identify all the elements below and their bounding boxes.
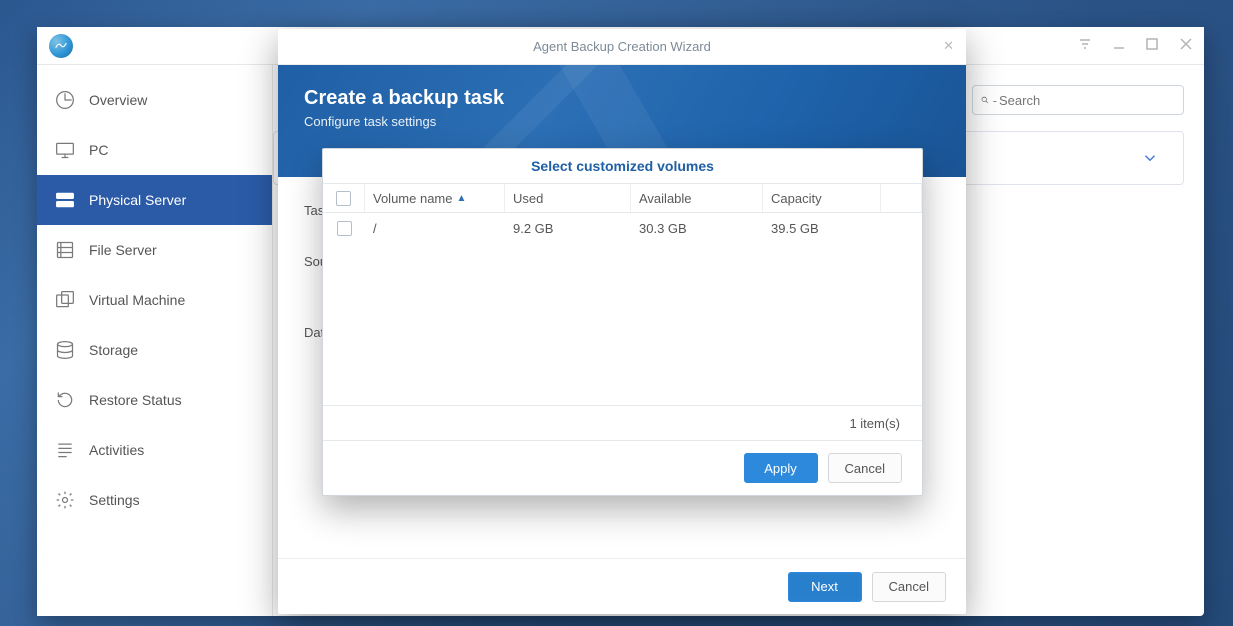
wizard-subheading: Configure task settings [304, 114, 940, 129]
app-logo-icon [49, 34, 73, 58]
overview-icon [55, 90, 75, 110]
wizard-cancel-button[interactable]: Cancel [872, 572, 946, 602]
sidebar-item-activities[interactable]: Activities [37, 425, 272, 475]
volume-table-header: Volume name▲ Used Available Capacity [323, 183, 922, 213]
volume-table-body: / 9.2 GB 30.3 GB 39.5 GB [323, 213, 922, 405]
storage-icon [55, 340, 75, 360]
volume-cancel-button[interactable]: Cancel [828, 453, 902, 483]
sidebar-item-label: Activities [89, 442, 144, 458]
row-checkbox[interactable] [337, 221, 352, 236]
sidebar-item-storage[interactable]: Storage [37, 325, 272, 375]
volume-picker-footer: Apply Cancel [323, 441, 922, 495]
sidebar-item-pc[interactable]: PC [37, 125, 272, 175]
sort-asc-icon: ▲ [457, 193, 467, 204]
gear-icon [55, 490, 75, 510]
sidebar-item-physical-server[interactable]: Physical Server [37, 175, 272, 225]
activities-icon [55, 440, 75, 460]
sidebar-item-restore-status[interactable]: Restore Status [37, 375, 272, 425]
volume-item-count: 1 item(s) [323, 405, 922, 441]
wizard-close-icon[interactable]: ✕ [943, 38, 954, 54]
minimize-icon[interactable] [1113, 39, 1125, 54]
next-button[interactable]: Next [788, 572, 862, 602]
sidebar-item-overview[interactable]: Overview [37, 75, 272, 125]
wizard-title: Agent Backup Creation Wizard ✕ [278, 29, 966, 65]
search-icon [981, 93, 989, 107]
sidebar-item-label: PC [89, 142, 108, 158]
chevron-down-icon [1141, 149, 1159, 167]
wizard-title-text: Agent Backup Creation Wizard [533, 39, 711, 54]
sidebar-item-file-server[interactable]: File Server [37, 225, 272, 275]
sidebar-item-settings[interactable]: Settings [37, 475, 272, 525]
table-row[interactable]: / 9.2 GB 30.3 GB 39.5 GB [323, 213, 922, 243]
sidebar-item-label: Settings [89, 492, 140, 508]
sidebar: Overview PC Physical Server File Server … [37, 65, 273, 616]
col-capacity[interactable]: Capacity [763, 184, 881, 212]
sidebar-item-label: Virtual Machine [89, 292, 185, 308]
apply-button[interactable]: Apply [744, 453, 818, 483]
file-server-icon [55, 240, 75, 260]
cell-name: / [365, 221, 505, 236]
window-controls [1061, 38, 1192, 54]
col-volume-name[interactable]: Volume name▲ [365, 184, 505, 212]
search-box[interactable]: - [972, 85, 1184, 115]
sidebar-item-label: Overview [89, 92, 147, 108]
sidebar-item-label: Restore Status [89, 392, 182, 408]
cell-available: 30.3 GB [631, 221, 763, 236]
cell-capacity: 39.5 GB [763, 221, 881, 236]
sidebar-item-virtual-machine[interactable]: Virtual Machine [37, 275, 272, 325]
volume-picker-title: Select customized volumes [323, 149, 922, 183]
search-input[interactable] [999, 93, 1175, 108]
col-available[interactable]: Available [631, 184, 763, 212]
wizard-footer: Next Cancel [278, 558, 966, 614]
filter-icon[interactable] [1079, 39, 1091, 54]
restore-icon [55, 390, 75, 410]
sidebar-item-label: Storage [89, 342, 138, 358]
col-used[interactable]: Used [505, 184, 631, 212]
volume-picker-dialog: Select customized volumes Volume name▲ U… [322, 148, 923, 496]
wizard-heading: Create a backup task [304, 87, 940, 110]
cell-used: 9.2 GB [505, 221, 631, 236]
pc-icon [55, 140, 75, 160]
vm-icon [55, 290, 75, 310]
close-icon[interactable] [1180, 39, 1192, 54]
sidebar-item-label: Physical Server [89, 192, 186, 208]
server-icon [55, 190, 75, 210]
sidebar-item-label: File Server [89, 242, 157, 258]
select-all-checkbox[interactable] [336, 191, 351, 206]
maximize-icon[interactable] [1146, 39, 1158, 54]
